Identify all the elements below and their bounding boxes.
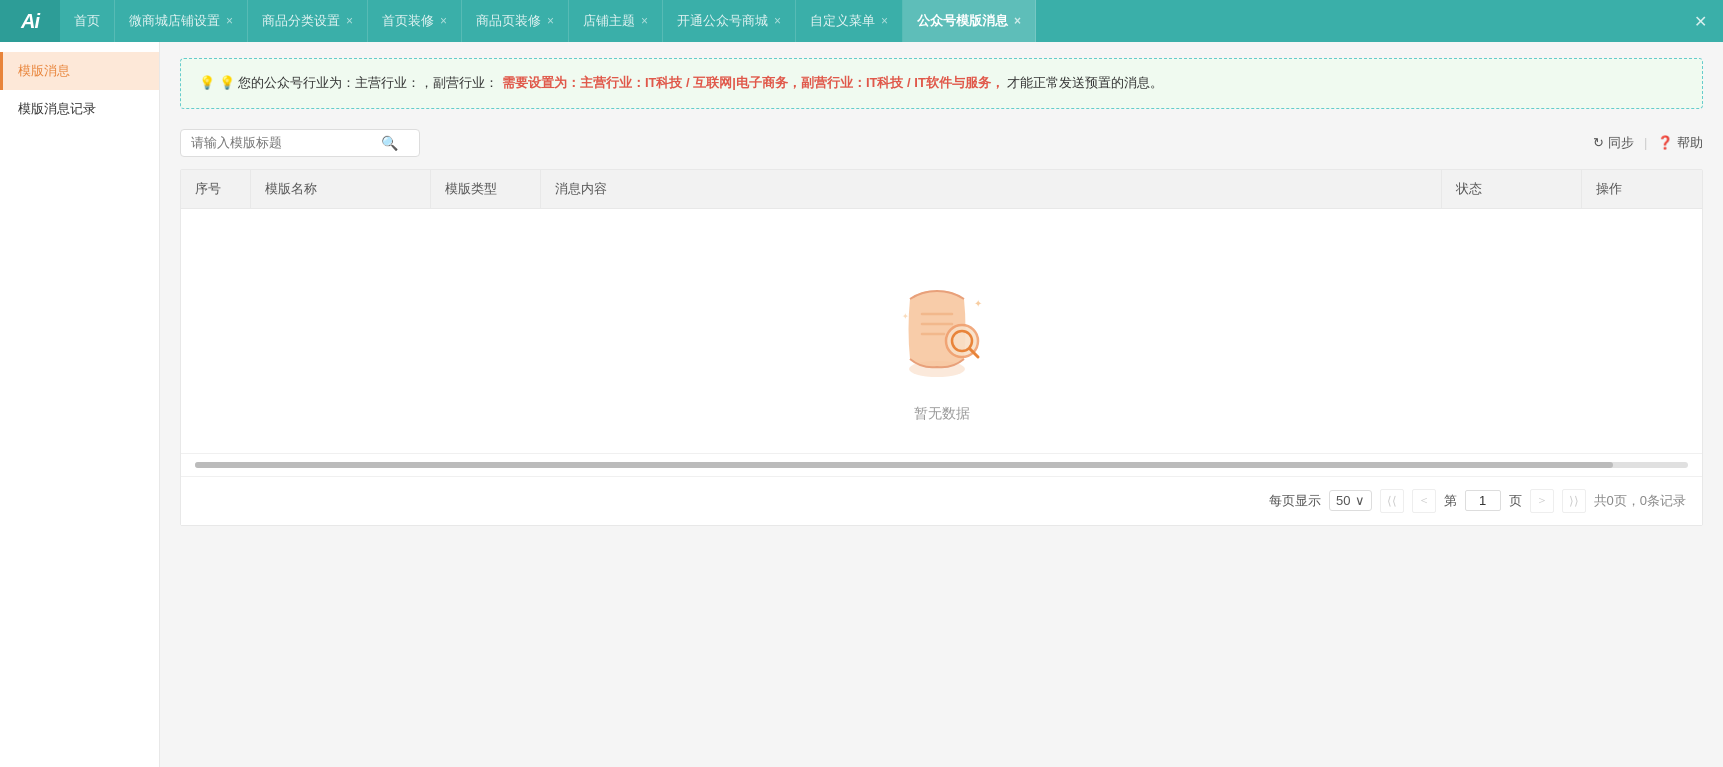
next-page-button[interactable]: ＞ bbox=[1530, 489, 1554, 513]
sidebar-item-template-message-record[interactable]: 模版消息记录 bbox=[0, 90, 159, 128]
notice-icon: 💡 bbox=[199, 75, 215, 90]
search-input[interactable] bbox=[191, 135, 381, 150]
notice-highlight: 需要设置为：主营行业：IT科技 / 互联网|电子商务，副营行业：IT科技 / I… bbox=[502, 75, 1004, 90]
tab-open-wechat-shop-close[interactable]: × bbox=[774, 14, 781, 28]
th-content: 消息内容 bbox=[541, 170, 1442, 208]
sidebar-item-template-message-record-label: 模版消息记录 bbox=[18, 101, 96, 116]
tab-custom-menu-label: 自定义菜单 bbox=[810, 12, 875, 30]
tab-custom-menu[interactable]: 自定义菜单 × bbox=[796, 0, 903, 42]
help-icon: ❓ bbox=[1657, 135, 1673, 150]
sync-button[interactable]: ↻ 同步 bbox=[1593, 134, 1634, 152]
th-action: 操作 bbox=[1582, 170, 1702, 208]
refresh-icon: ↻ bbox=[1593, 135, 1604, 150]
notice-suffix: 才能正常发送预置的消息。 bbox=[1007, 75, 1163, 90]
last-page-button[interactable]: ⟩⟩ bbox=[1562, 489, 1586, 513]
scrollbar-thumb[interactable] bbox=[195, 462, 1613, 468]
page-number-input[interactable] bbox=[1465, 490, 1501, 511]
first-page-button[interactable]: ⟨⟨ bbox=[1380, 489, 1404, 513]
tab-custom-menu-close[interactable]: × bbox=[881, 14, 888, 28]
page-size-label: 每页显示 bbox=[1269, 492, 1321, 510]
tab-home-decoration-close[interactable]: × bbox=[440, 14, 447, 28]
svg-text:✦: ✦ bbox=[902, 312, 909, 321]
tab-shop-theme[interactable]: 店铺主题 × bbox=[569, 0, 663, 42]
th-type: 模版类型 bbox=[431, 170, 541, 208]
tab-shop-theme-close[interactable]: × bbox=[641, 14, 648, 28]
toolbar-right: ↻ 同步 | ❓ 帮助 bbox=[1593, 134, 1703, 152]
tab-category-settings[interactable]: 商品分类设置 × bbox=[248, 0, 368, 42]
page-label-suf: 页 bbox=[1509, 492, 1522, 510]
tab-category-settings-label: 商品分类设置 bbox=[262, 12, 340, 30]
tab-store-settings-close[interactable]: × bbox=[226, 14, 233, 28]
app-logo: Ai bbox=[0, 0, 60, 42]
scrollbar-track[interactable] bbox=[195, 462, 1688, 468]
tab-product-decoration-label: 商品页装修 bbox=[476, 12, 541, 30]
tab-product-decoration-close[interactable]: × bbox=[547, 14, 554, 28]
search-input-wrap[interactable]: 🔍 bbox=[180, 129, 420, 157]
tab-bar: Ai 首页 微商城店铺设置 × 商品分类设置 × 首页装修 × 商品页装修 × … bbox=[0, 0, 1723, 42]
help-label: 帮助 bbox=[1677, 135, 1703, 150]
th-name: 模版名称 bbox=[251, 170, 431, 208]
table-header: 序号 模版名称 模版类型 消息内容 状态 操作 bbox=[181, 170, 1702, 209]
svg-text:✦: ✦ bbox=[974, 298, 982, 309]
tab-store-settings[interactable]: 微商城店铺设置 × bbox=[115, 0, 248, 42]
tab-home-label: 首页 bbox=[74, 12, 100, 30]
scrollbar-row[interactable] bbox=[181, 453, 1702, 476]
tab-shop-theme-label: 店铺主题 bbox=[583, 12, 635, 30]
notice-banner: 💡 💡 您的公众号行业为：主营行业：，副营行业： 需要设置为：主营行业：IT科技… bbox=[180, 58, 1703, 109]
page-size-select[interactable]: 50 ∨ bbox=[1329, 490, 1371, 511]
pagination-bar: 每页显示 50 ∨ ⟨⟨ ＜ 第 页 ＞ ⟩⟩ 共0页，0条记录 bbox=[181, 476, 1702, 525]
sidebar-item-template-message-label: 模版消息 bbox=[18, 63, 70, 78]
chevron-down-icon: ∨ bbox=[1355, 493, 1365, 508]
tab-wechat-template-close[interactable]: × bbox=[1014, 14, 1021, 28]
tab-open-wechat-shop-label: 开通公众号商城 bbox=[677, 12, 768, 30]
tab-wechat-template[interactable]: 公众号模版消息 × bbox=[903, 0, 1036, 42]
page-size-value: 50 bbox=[1336, 493, 1350, 508]
page-label-pre: 第 bbox=[1444, 492, 1457, 510]
total-label: 共0页，0条记录 bbox=[1594, 492, 1686, 510]
empty-state: ✦ ✦ 暂无数据 bbox=[181, 209, 1702, 453]
tab-home-decoration[interactable]: 首页装修 × bbox=[368, 0, 462, 42]
toolbar-divider: | bbox=[1644, 135, 1647, 150]
tab-store-settings-label: 微商城店铺设置 bbox=[129, 12, 220, 30]
help-button[interactable]: ❓ 帮助 bbox=[1657, 134, 1703, 152]
search-bar: 🔍 ↻ 同步 | ❓ 帮助 bbox=[180, 129, 1703, 157]
tab-home-decoration-label: 首页装修 bbox=[382, 12, 434, 30]
notice-prefix: 💡 您的公众号行业为：主营行业：，副营行业： bbox=[219, 75, 499, 90]
global-close-button[interactable]: ✕ bbox=[1678, 12, 1723, 31]
search-icon[interactable]: 🔍 bbox=[381, 135, 398, 151]
prev-page-button[interactable]: ＜ bbox=[1412, 489, 1436, 513]
empty-illustration: ✦ ✦ bbox=[882, 269, 1002, 389]
tab-open-wechat-shop[interactable]: 开通公众号商城 × bbox=[663, 0, 796, 42]
layout: 模版消息 模版消息记录 💡 💡 您的公众号行业为：主营行业：，副营行业： 需要设… bbox=[0, 42, 1723, 767]
th-status: 状态 bbox=[1442, 170, 1582, 208]
empty-text: 暂无数据 bbox=[914, 405, 970, 423]
tab-category-settings-close[interactable]: × bbox=[346, 14, 353, 28]
sync-label: 同步 bbox=[1608, 135, 1634, 150]
tab-home[interactable]: 首页 bbox=[60, 0, 115, 42]
sidebar-item-template-message[interactable]: 模版消息 bbox=[0, 52, 159, 90]
sidebar: 模版消息 模版消息记录 bbox=[0, 42, 160, 767]
main-content: 💡 💡 您的公众号行业为：主营行业：，副营行业： 需要设置为：主营行业：IT科技… bbox=[160, 42, 1723, 767]
tab-product-decoration[interactable]: 商品页装修 × bbox=[462, 0, 569, 42]
table-wrap: 序号 模版名称 模版类型 消息内容 状态 操作 bbox=[180, 169, 1703, 526]
th-index: 序号 bbox=[181, 170, 251, 208]
tab-wechat-template-label: 公众号模版消息 bbox=[917, 12, 1008, 30]
